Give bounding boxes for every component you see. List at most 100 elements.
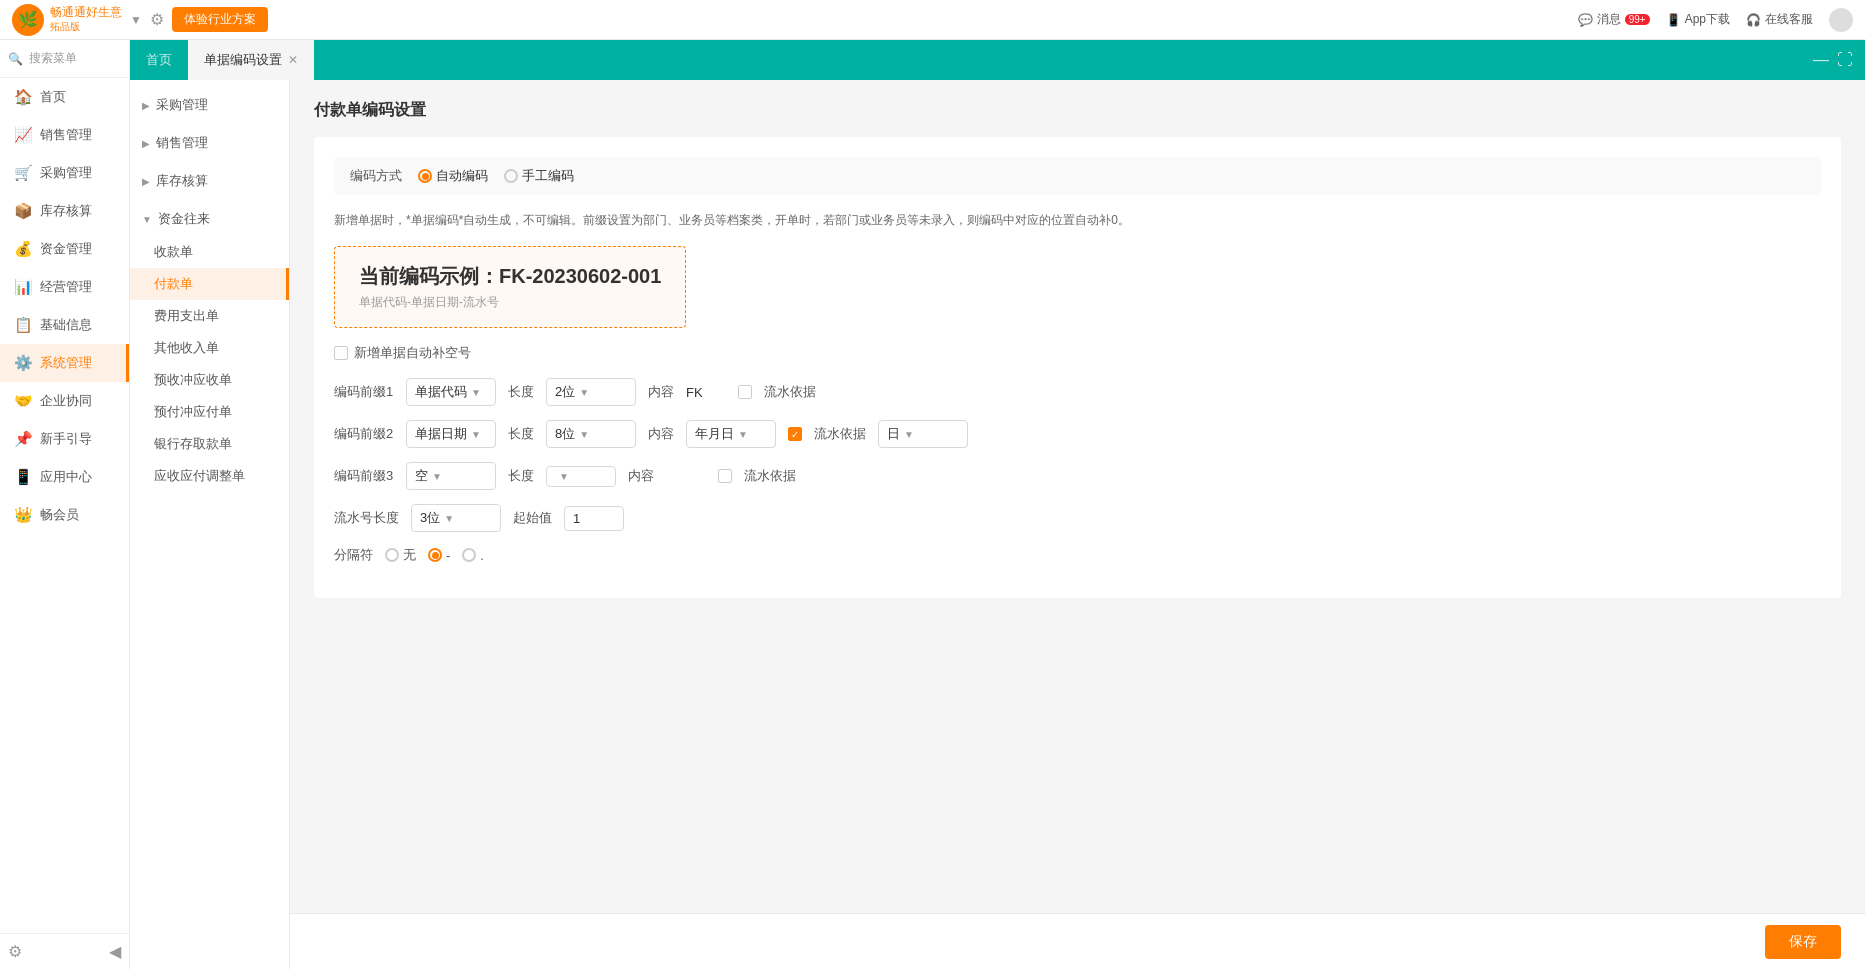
- group-sales-title[interactable]: ▶ 销售管理: [130, 126, 289, 160]
- sidebar-item-enterprise[interactable]: 🤝 企业协同: [0, 382, 129, 420]
- separator-dash[interactable]: -: [428, 548, 450, 563]
- sub-item-payments[interactable]: 付款单: [130, 268, 289, 300]
- sidebar-item-purchase[interactable]: 🛒 采购管理: [0, 154, 129, 192]
- serial-length-select[interactable]: 3位 ▼: [411, 504, 501, 532]
- sidebar-search[interactable]: 🔍 搜索菜单: [0, 40, 129, 78]
- start-value-input[interactable]: [564, 506, 624, 531]
- message-badge: 99+: [1625, 14, 1650, 25]
- radio-manual-encoding[interactable]: 手工编码: [504, 167, 574, 185]
- sidebar-item-inventory[interactable]: 📦 库存核算: [0, 192, 129, 230]
- prefix3-label: 编码前缀3: [334, 467, 394, 485]
- purchase-icon: 🛒: [14, 164, 32, 182]
- prefix3-select[interactable]: 空 ▼: [406, 462, 496, 490]
- top-bar-left: 🌿 畅通通好生意 拓品版 ▼ ⚙ 体验行业方案: [12, 4, 268, 36]
- sub-item-adjustment[interactable]: 应收应付调整单: [130, 460, 289, 492]
- radio-auto-encoding[interactable]: 自动编码: [418, 167, 488, 185]
- sidebar-nav: 🏠 首页 📈 销售管理 🛒 采购管理 📦 库存核算 💰 资金管理 📊 经: [0, 78, 129, 933]
- sub-item-receipts[interactable]: 收款单: [130, 236, 289, 268]
- message-button[interactable]: 💬 消息 99+: [1578, 11, 1650, 28]
- encoding-radio-group: 自动编码 手工编码: [418, 167, 574, 185]
- online-service-button[interactable]: 🎧 在线客服: [1746, 11, 1813, 28]
- sub-sidebar: ▶ 采购管理 ▶ 销售管理 ▶ 库存核算: [130, 80, 290, 969]
- prefix2-date-select[interactable]: 日 ▼: [878, 420, 968, 448]
- prefix2-row: 编码前缀2 单据日期 ▼ 长度 8位 ▼ 内容: [334, 420, 1821, 448]
- prefix2-serial-label: 流水依据: [814, 425, 866, 443]
- arrow-icon: ▼: [142, 214, 152, 225]
- sidebar-item-member[interactable]: 👑 畅会员: [0, 496, 129, 534]
- serial-length-arrow-icon: ▼: [444, 513, 454, 524]
- prefix3-length-select[interactable]: ▼: [546, 466, 616, 487]
- prefix2-content-arrow-icon: ▼: [738, 429, 748, 440]
- radio-auto-circle: [418, 169, 432, 183]
- separator-none[interactable]: 无: [385, 546, 416, 564]
- prefix1-select[interactable]: 单据代码 ▼: [406, 378, 496, 406]
- sidebar: 🔍 搜索菜单 🏠 首页 📈 销售管理 🛒 采购管理 📦 库存核算 💰: [0, 40, 130, 969]
- separator-none-circle: [385, 548, 399, 562]
- prefix3-length-arrow-icon: ▼: [559, 471, 569, 482]
- auto-fill-checkbox[interactable]: [334, 346, 348, 360]
- sidebar-item-basic[interactable]: 📋 基础信息: [0, 306, 129, 344]
- prefix2-date-arrow-icon: ▼: [904, 429, 914, 440]
- prefix2-content-select[interactable]: 年月日 ▼: [686, 420, 776, 448]
- prefix1-serial-label: 流水依据: [764, 383, 816, 401]
- prefix1-length-select[interactable]: 2位 ▼: [546, 378, 636, 406]
- sidebar-item-sales[interactable]: 📈 销售管理: [0, 116, 129, 154]
- arrow-icon: ▶: [142, 100, 150, 111]
- system-icon: ⚙️: [14, 354, 32, 372]
- start-value-label: 起始值: [513, 509, 552, 527]
- auto-fill-row: 新增单据自动补空号: [334, 344, 1821, 362]
- settings-icon[interactable]: ⚙: [150, 10, 164, 29]
- finance-icon: 💰: [14, 240, 32, 258]
- prefix2-serial-checkbox[interactable]: [788, 427, 802, 441]
- settings-bottom-icon[interactable]: ⚙: [8, 942, 22, 961]
- sidebar-item-operations[interactable]: 📊 经营管理: [0, 268, 129, 306]
- save-button[interactable]: 保存: [1765, 925, 1841, 959]
- encoding-method-section: 编码方式 自动编码 手工编码: [334, 157, 1821, 195]
- prefix1-content-label: 内容: [648, 383, 674, 401]
- sub-item-other-income[interactable]: 其他收入单: [130, 332, 289, 364]
- separator-dash-circle: [428, 548, 442, 562]
- separator-dot[interactable]: .: [462, 548, 484, 563]
- tab-minimize-icon[interactable]: —: [1813, 51, 1829, 69]
- sub-item-prepaid-payable[interactable]: 预付冲应付单: [130, 396, 289, 428]
- inventory-icon: 📦: [14, 202, 32, 220]
- tab-maximize-icon[interactable]: ⛶: [1837, 51, 1853, 69]
- prefix2-select[interactable]: 单据日期 ▼: [406, 420, 496, 448]
- search-icon: 🔍: [8, 52, 23, 66]
- newbie-icon: 📌: [14, 430, 32, 448]
- prefix2-length-label: 长度: [508, 425, 534, 443]
- sidebar-item-newbie[interactable]: 📌 新手引导: [0, 420, 129, 458]
- tab-bar: 首页 单据编码设置 ✕ — ⛶: [130, 40, 1865, 80]
- logo: 🌿 畅通通好生意 拓品版: [12, 4, 122, 36]
- sub-item-prepaid-receivable[interactable]: 预收冲应收单: [130, 364, 289, 396]
- encoding-method-label: 编码方式: [350, 167, 402, 185]
- collapse-icon[interactable]: ◀: [109, 942, 121, 961]
- prefix3-serial-checkbox[interactable]: [718, 469, 732, 483]
- prefix2-length-select[interactable]: 8位 ▼: [546, 420, 636, 448]
- dropdown-icon[interactable]: ▼: [130, 13, 142, 27]
- user-avatar[interactable]: [1829, 8, 1853, 32]
- tab-home[interactable]: 首页: [130, 40, 188, 80]
- prefix1-serial-checkbox[interactable]: [738, 385, 752, 399]
- arrow-icon: ▶: [142, 138, 150, 149]
- inner-layout: ▶ 采购管理 ▶ 销售管理 ▶ 库存核算: [130, 80, 1865, 969]
- sub-item-expenses[interactable]: 费用支出单: [130, 300, 289, 332]
- group-purchase-title[interactable]: ▶ 采购管理: [130, 88, 289, 122]
- prefix1-length-arrow-icon: ▼: [579, 387, 589, 398]
- sub-item-bank-deposit[interactable]: 银行存取款单: [130, 428, 289, 460]
- tab-close-encoding[interactable]: ✕: [288, 53, 298, 67]
- tab-encoding[interactable]: 单据编码设置 ✕: [188, 40, 314, 80]
- preview-desc: 单据代码-单据日期-流水号: [359, 294, 661, 311]
- group-inventory-title[interactable]: ▶ 库存核算: [130, 164, 289, 198]
- group-capital-title[interactable]: ▼ 资金往来: [130, 202, 289, 236]
- app-download-button[interactable]: 📱 App下载: [1666, 11, 1730, 28]
- page-title: 付款单编码设置: [314, 100, 1841, 121]
- sidebar-item-finance[interactable]: 💰 资金管理: [0, 230, 129, 268]
- prefix1-content-value: FK: [686, 385, 726, 400]
- sidebar-item-home[interactable]: 🏠 首页: [0, 78, 129, 116]
- sidebar-item-system[interactable]: ⚙️ 系统管理: [0, 344, 129, 382]
- group-purchase: ▶ 采购管理: [130, 88, 289, 122]
- sidebar-item-appcenter[interactable]: 📱 应用中心: [0, 458, 129, 496]
- separator-label: 分隔符: [334, 546, 373, 564]
- trial-button[interactable]: 体验行业方案: [172, 7, 268, 32]
